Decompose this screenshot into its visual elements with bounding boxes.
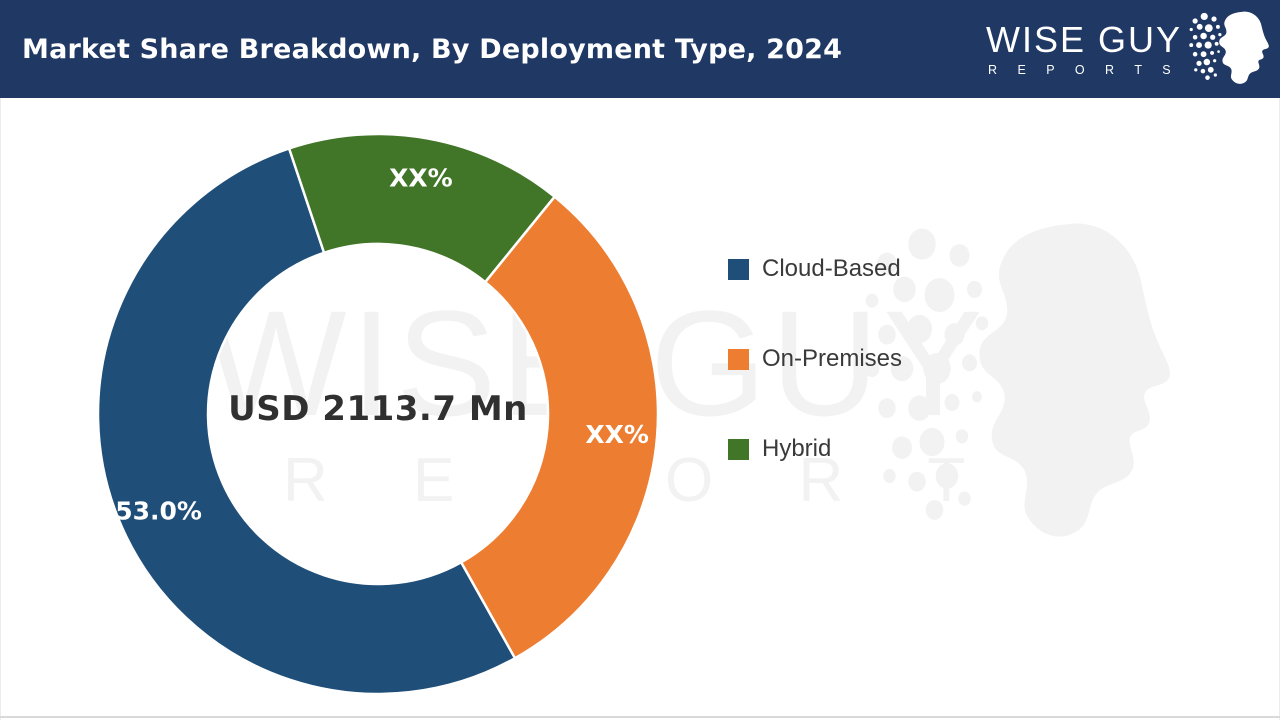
legend-swatch xyxy=(728,258,749,280)
logo-face-icon xyxy=(1189,11,1269,84)
legend-label: Hybrid xyxy=(762,435,832,462)
slice-label: 53.0% xyxy=(115,497,202,526)
logo-wordmark: WISE GUY xyxy=(985,18,1182,60)
logo-subtitle: R E P O R T S xyxy=(987,62,1180,77)
legend-item-on-premises: On-Premises xyxy=(728,345,902,373)
legend-label: Cloud-Based xyxy=(762,255,901,282)
chart-center-value: USD 2113.7 Mn xyxy=(228,389,528,429)
legend-swatch xyxy=(728,348,749,370)
slice-label: XX% xyxy=(389,163,453,192)
logo-text: WISE GUY R E P O R T S xyxy=(985,18,1182,77)
legend: Cloud-Based On-Premises Hybrid xyxy=(728,255,902,463)
legend-swatch xyxy=(728,438,749,460)
wiseguy-logo: WISE GUY R E P O R T S xyxy=(986,9,1272,89)
legend-item-cloud-based: Cloud-Based xyxy=(728,255,902,283)
page: Market Share Breakdown, By Deployment Ty… xyxy=(0,0,1280,720)
chart-area: WISE GUY R E P O R T S 53.0% XX% XX% USD 2… xyxy=(0,98,1280,720)
page-title: Market Share Breakdown, By Deployment Ty… xyxy=(22,33,843,65)
legend-item-hybrid: Hybrid xyxy=(728,435,902,463)
legend-label: On-Premises xyxy=(762,345,903,372)
header: Market Share Breakdown, By Deployment Ty… xyxy=(0,0,1280,98)
bottom-divider xyxy=(0,716,1280,718)
slice-label: XX% xyxy=(585,420,649,449)
